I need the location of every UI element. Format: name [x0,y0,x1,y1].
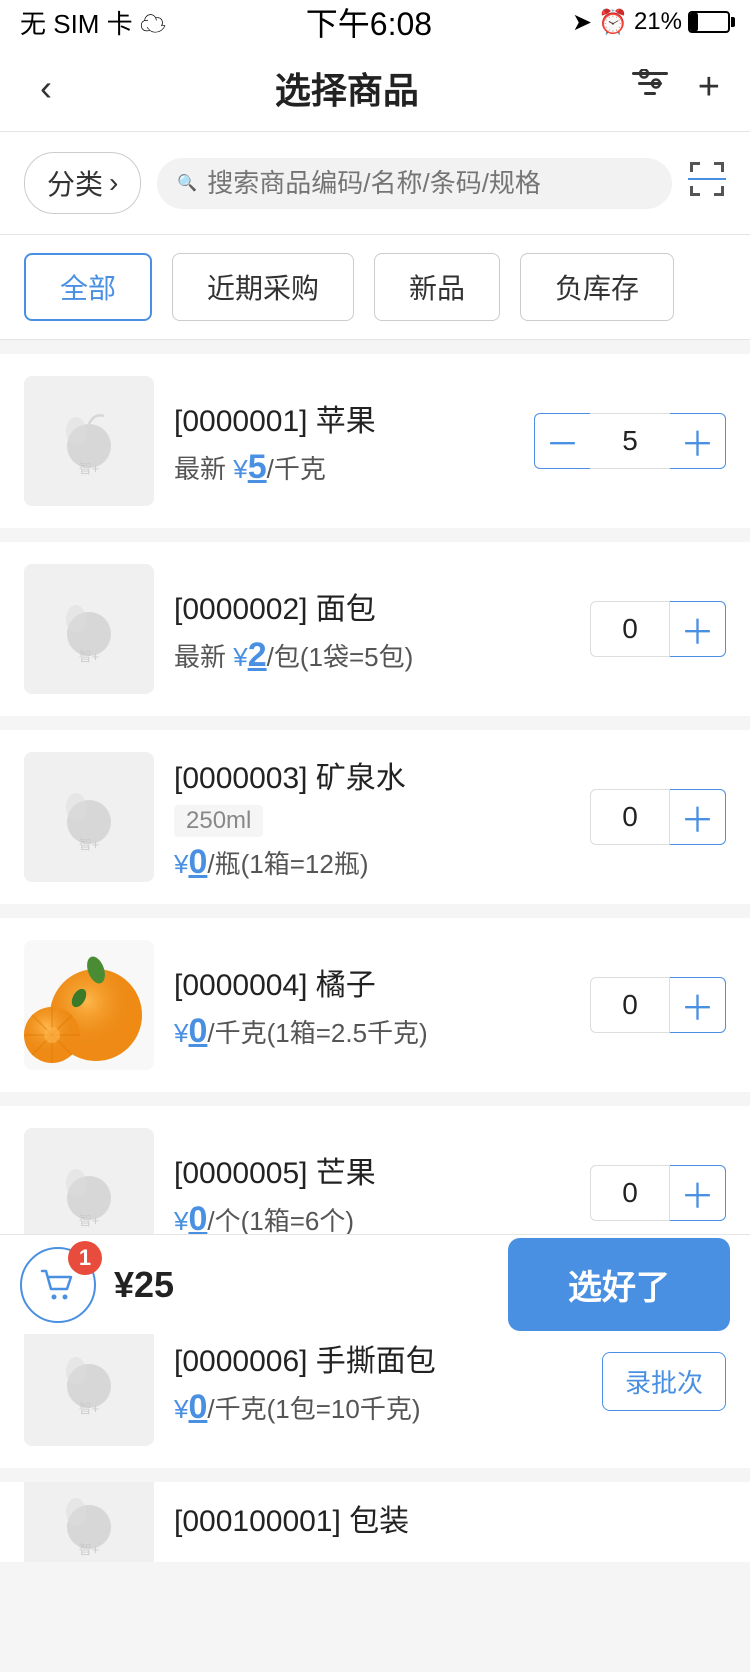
product-image-2: 智+ [24,564,154,694]
product-info-5: [0000005] 芒果 ¥0/个(1箱=6个) [174,1148,570,1239]
tabs-bar: 全部 近期采购 新品 负库存 [0,235,750,340]
product-qty-4: 0 ＋ [590,977,726,1033]
product-price-2: 最新 ¥2/包(1袋=5包) [174,636,570,675]
tab-all[interactable]: 全部 [24,253,152,321]
product-name-1: [0000001] 苹果 [174,396,514,440]
product-list: 智+ [0000001] 苹果 最新 ¥5/千克 － ＋ 智+ [0000002… [0,354,750,1562]
location-icon: ➤ [572,8,592,37]
product-spec-3: 250ml [174,805,263,837]
product-qty-3: 0 ＋ [590,789,726,845]
status-right: ➤ ⏰ 21% [572,8,730,37]
qty-plus-button-3[interactable]: ＋ [670,789,726,845]
tab-recent[interactable]: 近期采购 [172,253,354,321]
add-button[interactable]: + [698,66,720,109]
status-time: 下午6:08 [306,0,432,45]
qty-value-4: 0 [590,977,670,1033]
product-qty-6: 录批次 [602,1352,726,1411]
product-image-3: 智+ [24,752,154,882]
cart-area: 1 ¥25 [20,1247,508,1323]
product-image-partial: 智+ [24,1482,154,1562]
svg-text:智+: 智+ [79,837,100,852]
bottom-bar: 1 ¥25 选好了 [0,1234,750,1334]
confirm-button[interactable]: 选好了 [508,1238,730,1331]
product-price-6: ¥0/千克(1包=10千克) [174,1388,582,1427]
product-image-4 [24,940,154,1070]
product-info-2: [0000002] 面包 最新 ¥2/包(1袋=5包) [174,584,570,675]
product-info-partial: [000100001] 包装 [174,1496,726,1548]
product-image-6: 智+ [24,1316,154,1446]
page-title: 选择商品 [275,62,419,114]
cart-total: ¥25 [114,1264,174,1306]
search-input-wrap[interactable]: 🔍 [157,158,672,209]
product-price-3: ¥0/瓶(1箱=12瓶) [174,843,570,882]
qty-value-3: 0 [590,789,670,845]
table-row: 智+ [0000002] 面包 最新 ¥2/包(1袋=5包) 0 ＋ [0,542,750,716]
table-row: [0000004] 橘子 ¥0/千克(1箱=2.5千克) 0 ＋ [0,918,750,1092]
product-price-5: ¥0/个(1箱=6个) [174,1200,570,1239]
filter-icon[interactable] [632,66,668,109]
product-info-6: [0000006] 手撕面包 ¥0/千克(1包=10千克) [174,1336,582,1427]
batch-button-6[interactable]: 录批次 [602,1352,726,1411]
table-row: 智+ [0000001] 苹果 最新 ¥5/千克 － ＋ [0,354,750,528]
qty-plus-button-2[interactable]: ＋ [670,601,726,657]
product-qty-1: － ＋ [534,413,726,469]
sim-status: 无 SIM 卡 ☁ [20,4,166,41]
product-info-3: [0000003] 矿泉水 250ml ¥0/瓶(1箱=12瓶) [174,753,570,882]
search-bar: 分类 › 🔍 [0,132,750,235]
product-info-1: [0000001] 苹果 最新 ¥5/千克 [174,396,514,487]
product-qty-2: 0 ＋ [590,601,726,657]
qty-plus-button-1[interactable]: ＋ [670,413,726,469]
qty-plus-button-5[interactable]: ＋ [670,1165,726,1221]
back-button[interactable]: ‹ [30,57,62,119]
svg-text:智+: 智+ [79,461,100,476]
qty-plus-button-4[interactable]: ＋ [670,977,726,1033]
product-info-4: [0000004] 橘子 ¥0/千克(1箱=2.5千克) [174,960,570,1051]
table-row: 智+ [000100001] 包装 [0,1482,750,1562]
svg-text:智+: 智+ [79,1213,100,1228]
product-qty-5: 0 ＋ [590,1165,726,1221]
svg-text:智+: 智+ [79,1401,100,1416]
tab-negative[interactable]: 负库存 [520,253,674,321]
product-price-1: 最新 ¥5/千克 [174,448,514,487]
product-name-3: [0000003] 矿泉水 [174,753,570,797]
product-name-2: [0000002] 面包 [174,584,570,628]
search-icon: 🔍 [177,173,197,193]
search-input[interactable] [207,168,652,199]
qty-value-5: 0 [590,1165,670,1221]
qty-value-2: 0 [590,601,670,657]
svg-text:智+: 智+ [79,1542,100,1557]
svg-text:智+: 智+ [79,649,100,664]
tab-new[interactable]: 新品 [374,253,500,321]
status-bar: 无 SIM 卡 ☁ 下午6:08 ➤ ⏰ 21% [0,0,750,44]
nav-bar: ‹ 选择商品 + [0,44,750,132]
cart-button[interactable]: 1 [20,1247,96,1323]
product-image-1: 智+ [24,376,154,506]
product-name-5: [0000005] 芒果 [174,1148,570,1192]
qty-input-1[interactable] [590,413,670,469]
scan-icon[interactable] [688,160,726,207]
alarm-icon: ⏰ [598,8,628,37]
category-button[interactable]: 分类 › [24,152,141,214]
product-price-4: ¥0/千克(1箱=2.5千克) [174,1012,570,1051]
nav-actions: + [632,66,720,109]
battery-icon [688,11,730,33]
table-row: 智+ [0000003] 矿泉水 250ml ¥0/瓶(1箱=12瓶) 0 ＋ [0,730,750,904]
cart-badge: 1 [68,1241,102,1275]
battery-percent: 21% [634,8,682,36]
product-name-partial: [000100001] 包装 [174,1496,726,1540]
product-name-6: [0000006] 手撕面包 [174,1336,582,1380]
status-left: 无 SIM 卡 ☁ [20,4,166,41]
qty-minus-button-1[interactable]: － [534,413,590,469]
product-name-4: [0000004] 橘子 [174,960,570,1004]
